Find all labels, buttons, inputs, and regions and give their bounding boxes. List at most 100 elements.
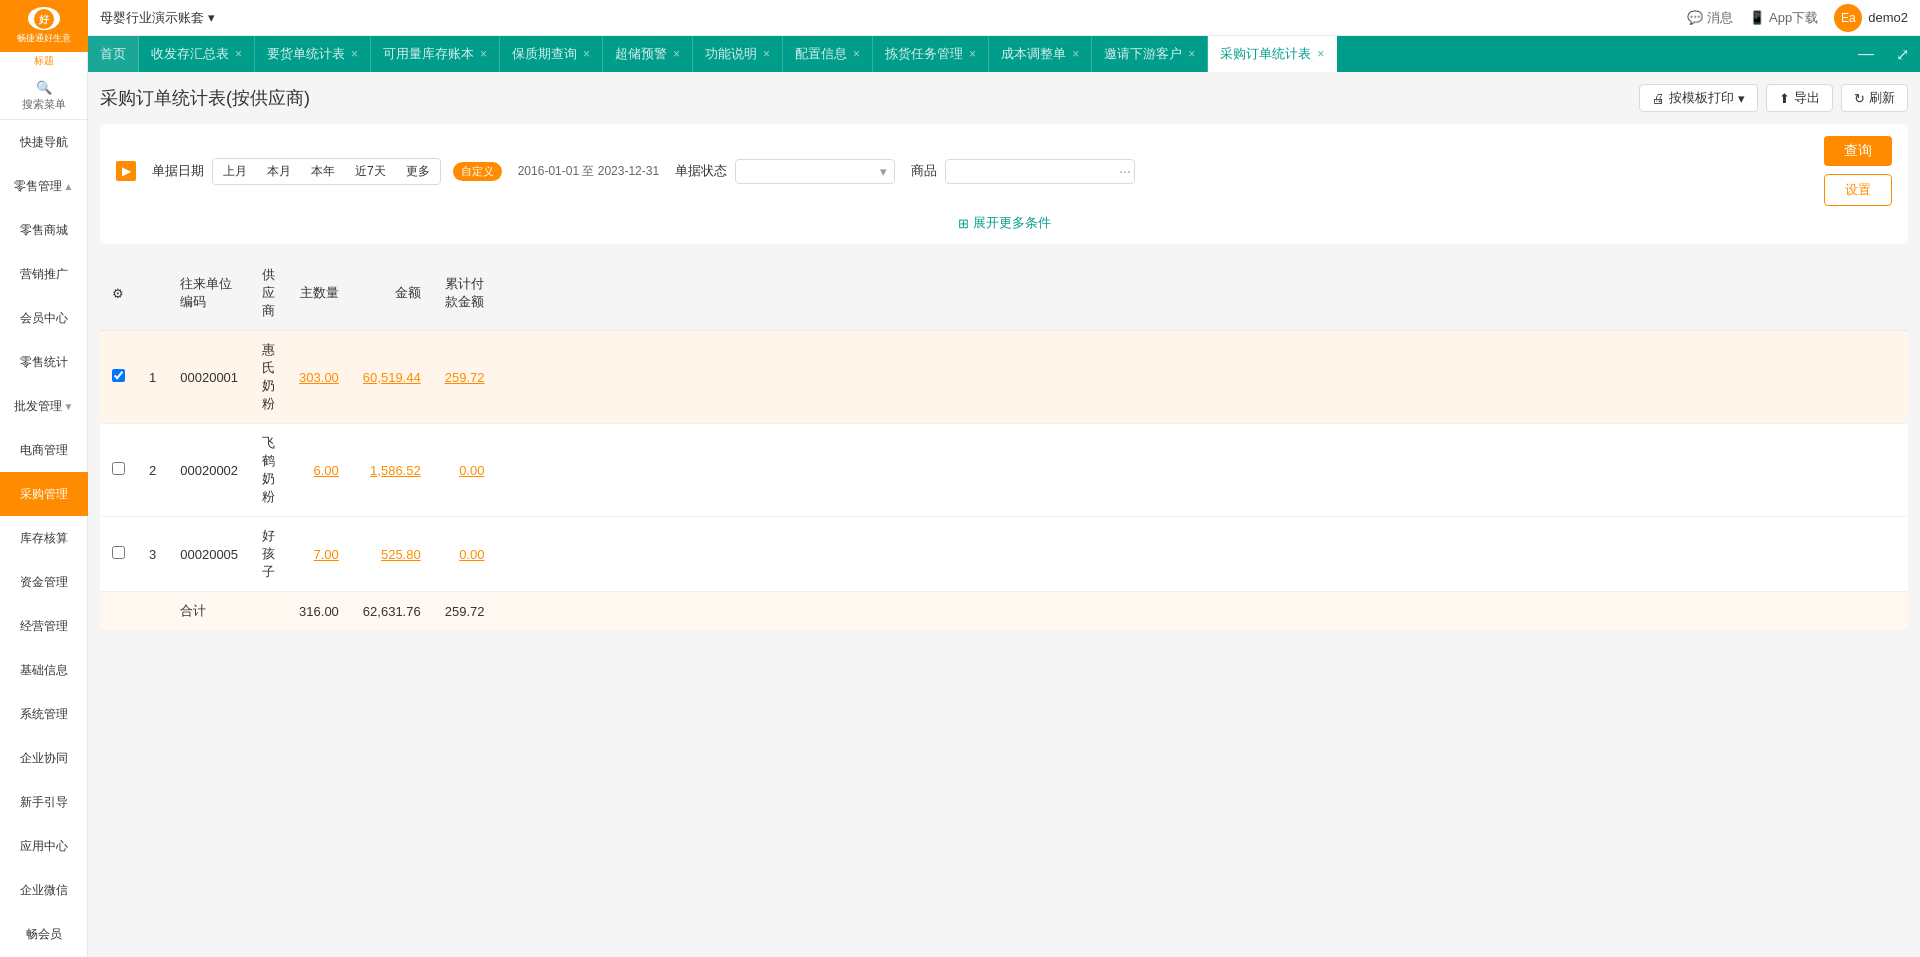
chevron-right-icon: ▼ — [64, 401, 74, 412]
tab-pickup-task[interactable]: 拣货任务管理 × — [873, 36, 989, 72]
row-2-quantity[interactable]: 6.00 — [287, 424, 351, 517]
goods-search-icon[interactable]: ··· — [1119, 163, 1131, 179]
sidebar-item-newbie[interactable]: 新手引导 — [0, 780, 88, 824]
table-row[interactable]: 3 00020005 好孩子 7.00 525.80 0.00 — [100, 517, 1908, 592]
filter-expand-button[interactable]: ▶ — [116, 161, 136, 181]
tab-close-icon[interactable]: × — [1072, 47, 1079, 61]
date-btn-this-month[interactable]: 本月 — [257, 159, 301, 184]
message-button[interactable]: 💬 消息 — [1687, 9, 1733, 27]
row-1-quantity[interactable]: 303.00 — [287, 331, 351, 424]
tab-close-icon[interactable]: × — [763, 47, 770, 61]
row-3-amount[interactable]: 525.80 — [351, 517, 433, 592]
retail-label: 零售管理 — [14, 178, 62, 195]
tab-function-desc[interactable]: 功能说明 × — [693, 36, 783, 72]
sidebar-item-retail[interactable]: 零售管理 ▲ — [0, 164, 88, 208]
filter-action-buttons: 查询 设置 — [1824, 136, 1892, 206]
sidebar-item-inventory[interactable]: 库存核算 — [0, 516, 88, 560]
expand-more-button[interactable]: ⊞ 展开更多条件 — [116, 214, 1892, 232]
query-button[interactable]: 查询 — [1824, 136, 1892, 166]
sidebar-item-system[interactable]: 系统管理 — [0, 692, 88, 736]
date-custom-badge[interactable]: 自定义 — [453, 162, 502, 181]
row-checkbox-3[interactable] — [100, 517, 137, 592]
app-download-button[interactable]: 📱 App下载 — [1749, 9, 1818, 27]
row-3-quantity[interactable]: 7.00 — [287, 517, 351, 592]
page-title: 采购订单统计表(按供应商) — [100, 86, 310, 110]
row-checkbox-2[interactable] — [100, 424, 137, 517]
sidebar-item-member2[interactable]: 畅会员 — [0, 912, 88, 956]
sidebar: 好 畅捷通好生意 标题 🔍 搜索菜单 快捷导航 零售管理 ▲ 零售商城 营销推广… — [0, 0, 88, 957]
row-2-amount[interactable]: 1,586.52 — [351, 424, 433, 517]
date-btn-7-days[interactable]: 近7天 — [345, 159, 396, 184]
tab-close-icon[interactable]: × — [969, 47, 976, 61]
tab-order-summary[interactable]: 要货单统计表 × — [255, 36, 371, 72]
filter-row-1: ▶ 单据日期 上月 本月 本年 近7天 更多 自定义 2016-01-01 至 … — [116, 136, 1892, 206]
table-row[interactable]: 2 00020002 飞鹤奶粉 6.00 1,586.52 0.00 — [100, 424, 1908, 517]
refresh-button[interactable]: ↻ 刷新 — [1841, 84, 1908, 112]
tab-invite-downstream[interactable]: 邀请下游客户 × — [1092, 36, 1208, 72]
tab-close-icon[interactable]: × — [673, 47, 680, 61]
sidebar-item-app-center[interactable]: 应用中心 — [0, 824, 88, 868]
goods-input[interactable] — [945, 159, 1135, 184]
sidebar-item-retail-stats[interactable]: 零售统计 — [0, 340, 88, 384]
status-select[interactable] — [735, 159, 895, 184]
sidebar-item-quick-nav[interactable]: 快捷导航 — [0, 120, 88, 164]
tab-close-icon[interactable]: × — [235, 47, 242, 61]
tab-home[interactable]: 首页 — [88, 36, 139, 72]
settings-icon[interactable]: ⚙ — [112, 286, 124, 301]
row-1-amount[interactable]: 60,519.44 — [351, 331, 433, 424]
sidebar-item-ecommerce[interactable]: 电商管理 — [0, 428, 88, 472]
row-3-checkbox[interactable] — [112, 546, 125, 559]
tab-cost-adjust[interactable]: 成本调整单 × — [989, 36, 1092, 72]
table-row[interactable]: 1 00020001 惠氏奶粉 303.00 60,519.44 259.72 — [100, 331, 1908, 424]
th-supplier-name: 供应商 — [250, 256, 287, 331]
tab-close-icon[interactable]: × — [853, 47, 860, 61]
tab-close-icon[interactable]: × — [480, 47, 487, 61]
tab-close-icon[interactable]: × — [1188, 47, 1195, 61]
sidebar-item-retail-store[interactable]: 零售商城 — [0, 208, 88, 252]
tab-close-icon[interactable]: × — [1317, 47, 1324, 61]
footer-paid-amount: 259.72 — [433, 592, 497, 631]
setting-button[interactable]: 设置 — [1824, 174, 1892, 206]
tab-warranty-query[interactable]: 保质期查询 × — [500, 36, 603, 72]
search-menu-button[interactable]: 🔍 搜索菜单 — [0, 72, 88, 120]
sidebar-item-enterprise[interactable]: 企业协同 — [0, 736, 88, 780]
tab-overstock-warning[interactable]: 超储预警 × — [603, 36, 693, 72]
sidebar-item-operations[interactable]: 经营管理 — [0, 604, 88, 648]
search-menu-label: 搜索菜单 — [22, 97, 66, 112]
tab-close-icon[interactable]: × — [351, 47, 358, 61]
tab-maximize-button[interactable]: ⤢ — [1884, 36, 1920, 72]
tab-close-icon[interactable]: × — [583, 47, 590, 61]
row-2-paid-amount[interactable]: 0.00 — [433, 424, 497, 517]
tab-purchase-summary[interactable]: 采购订单统计表 × — [1208, 36, 1337, 72]
export-button[interactable]: ⬆ 导出 — [1766, 84, 1833, 112]
tab-available-stock[interactable]: 可用量库存账本 × — [371, 36, 500, 72]
row-1-checkbox[interactable] — [112, 369, 125, 382]
user-menu[interactable]: Ea demo2 — [1834, 4, 1908, 32]
sidebar-item-wholesale[interactable]: 批发管理 ▼ — [0, 384, 88, 428]
account-dropdown[interactable]: 母婴行业演示账套 ▾ — [100, 9, 215, 27]
date-btn-last-month[interactable]: 上月 — [213, 159, 257, 184]
filter-date-item: 单据日期 上月 本月 本年 近7天 更多 自定义 — [152, 158, 502, 185]
row-checkbox-1[interactable] — [100, 331, 137, 424]
tab-config-info[interactable]: 配置信息 × — [783, 36, 873, 72]
row-2-checkbox[interactable] — [112, 462, 125, 475]
sidebar-item-purchase[interactable]: 采购管理 — [0, 472, 88, 516]
app-logo[interactable]: 好 畅捷通好生意 — [0, 0, 88, 52]
date-btn-this-year[interactable]: 本年 — [301, 159, 345, 184]
row-3-paid-amount[interactable]: 0.00 — [433, 517, 497, 592]
tab-receive-summary[interactable]: 收发存汇总表 × — [139, 36, 255, 72]
template-print-button[interactable]: 🖨 按模板打印 ▾ — [1639, 84, 1758, 112]
sidebar-item-enterprise-wechat[interactable]: 企业微信 — [0, 868, 88, 912]
logo-subtitle: 畅捷通好生意 — [17, 32, 71, 45]
row-2-index: 2 — [137, 424, 168, 517]
sidebar-item-finance[interactable]: 资金管理 — [0, 560, 88, 604]
th-index — [137, 256, 168, 331]
brand-label: 标题 — [34, 52, 54, 72]
sidebar-item-member[interactable]: 会员中心 — [0, 296, 88, 340]
sidebar-item-marketing[interactable]: 营销推广 — [0, 252, 88, 296]
date-btn-more[interactable]: 更多 — [396, 159, 440, 184]
row-3-index: 3 — [137, 517, 168, 592]
sidebar-item-basic-info[interactable]: 基础信息 — [0, 648, 88, 692]
row-1-paid-amount[interactable]: 259.72 — [433, 331, 497, 424]
tab-minimize-button[interactable]: — — [1848, 36, 1884, 72]
